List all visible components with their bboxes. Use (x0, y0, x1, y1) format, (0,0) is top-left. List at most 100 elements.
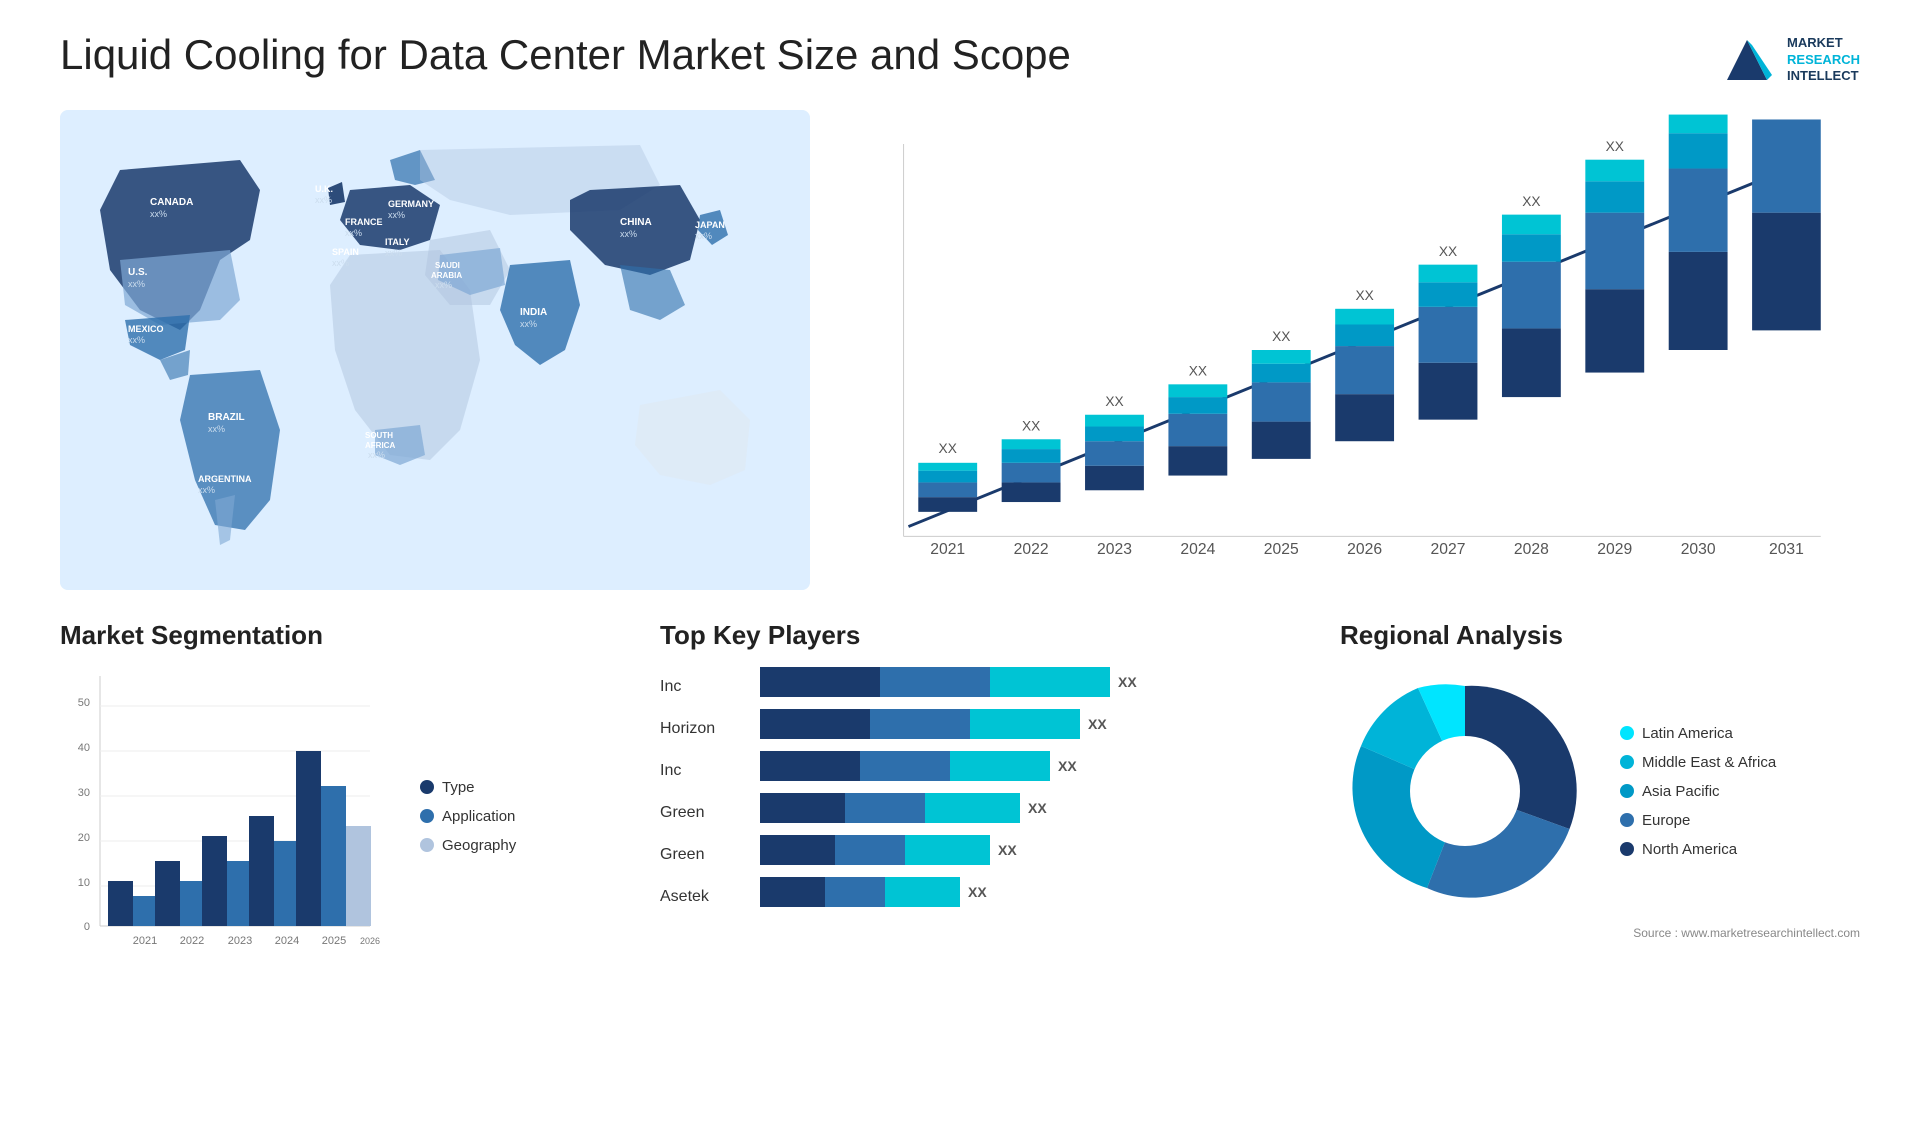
legend-label-type: Type (442, 779, 475, 796)
svg-text:xx%: xx% (128, 335, 145, 345)
legend-label-mea: Middle East & Africa (1642, 754, 1776, 771)
bar-chart-svg: 2021 XX 2022 XX 2023 XX (830, 110, 1860, 590)
svg-text:30: 30 (78, 787, 90, 799)
svg-text:2024: 2024 (1180, 541, 1215, 558)
regional-legend: Latin America Middle East & Africa Asia … (1620, 725, 1776, 858)
regional-section: Regional Analysis (1340, 620, 1860, 1040)
donut-svg (1340, 666, 1590, 916)
regional-title: Regional Analysis (1340, 620, 1860, 651)
svg-text:xx%: xx% (315, 195, 332, 205)
svg-text:SPAIN: SPAIN (332, 247, 359, 257)
svg-text:2022: 2022 (180, 935, 204, 947)
svg-text:50: 50 (78, 697, 90, 709)
market-seg-section: Market Segmentation 0 10 20 30 40 50 (60, 620, 640, 1040)
logo-icon (1717, 30, 1777, 90)
svg-text:XX: XX (1189, 364, 1207, 379)
key-players-title: Top Key Players (660, 620, 1320, 651)
legend-dot-na (1620, 842, 1634, 856)
source-text: Source : www.marketresearchintellect.com (1340, 926, 1860, 940)
svg-text:xx%: xx% (345, 228, 362, 238)
player-bar-5 (760, 877, 960, 907)
legend-dot-geo (420, 838, 434, 852)
players-list: Inc Horizon Inc Green Green Asetek (660, 666, 1320, 913)
svg-text:10: 10 (78, 877, 90, 889)
svg-text:JAPAN: JAPAN (695, 220, 725, 230)
legend-item-latin: Latin America (1620, 725, 1776, 742)
svg-text:xx%: xx% (150, 209, 167, 219)
svg-text:2026: 2026 (1347, 541, 1382, 558)
svg-text:U.S.: U.S. (128, 267, 148, 278)
legend-label-na: North America (1642, 841, 1737, 858)
player-bar-label-4: XX (998, 842, 1017, 858)
svg-text:2026: 2026 (360, 936, 380, 946)
player-bar-label-0: XX (1118, 674, 1137, 690)
svg-text:xx%: xx% (520, 319, 537, 329)
svg-text:CHINA: CHINA (620, 217, 652, 228)
svg-text:xx%: xx% (695, 231, 712, 241)
player-bar-row-5: XX (760, 876, 1320, 908)
legend-dot-latin (1620, 726, 1634, 740)
key-players-section: Top Key Players Inc Horizon Inc Green Gr… (660, 620, 1320, 1040)
player-name-4: Green (660, 839, 740, 871)
regional-content: Latin America Middle East & Africa Asia … (1340, 666, 1860, 916)
svg-text:XX: XX (1439, 244, 1457, 259)
svg-text:xx%: xx% (388, 210, 405, 220)
player-bar-label-1: XX (1088, 716, 1107, 732)
svg-text:MEXICO: MEXICO (128, 324, 164, 334)
seg-chart-svg: 0 10 20 30 40 50 (60, 666, 400, 966)
player-bar-3 (760, 793, 1020, 823)
svg-text:XX: XX (1105, 394, 1123, 409)
world-map-svg: CANADA xx% U.S. xx% MEXICO xx% BRAZIL xx… (60, 110, 810, 590)
svg-text:AFRICA: AFRICA (365, 441, 395, 450)
svg-text:2023: 2023 (228, 935, 252, 947)
svg-text:xx%: xx% (620, 229, 637, 239)
player-bar-row-4: XX (760, 834, 1320, 866)
map-section: CANADA xx% U.S. xx% MEXICO xx% BRAZIL xx… (60, 110, 810, 590)
player-bars-container: XX XX (760, 666, 1320, 913)
svg-text:XX: XX (1606, 139, 1624, 154)
svg-text:GERMANY: GERMANY (388, 199, 434, 209)
player-bar-0 (760, 667, 1110, 697)
svg-text:INDIA: INDIA (520, 307, 547, 318)
legend-dot-mea (1620, 755, 1634, 769)
seg-legend: Type Application Geography (420, 666, 516, 966)
svg-text:2022: 2022 (1014, 541, 1049, 558)
svg-text:40: 40 (78, 742, 90, 754)
svg-text:2031: 2031 (1769, 541, 1804, 558)
player-bar-row-3: XX (760, 792, 1320, 824)
svg-text:2028: 2028 (1514, 541, 1549, 558)
svg-text:xx%: xx% (385, 248, 402, 258)
svg-text:2024: 2024 (275, 935, 299, 947)
legend-item-europe: Europe (1620, 812, 1776, 829)
svg-text:xx%: xx% (208, 424, 225, 434)
svg-text:0: 0 (84, 921, 90, 933)
legend-dot-app (420, 809, 434, 823)
logo-text: MARKETRESEARCHINTELLECT (1787, 35, 1860, 86)
svg-text:xx%: xx% (198, 485, 215, 495)
svg-text:2029: 2029 (1597, 541, 1632, 558)
svg-text:XX: XX (1355, 288, 1373, 303)
player-bar-row-0: XX (760, 666, 1320, 698)
svg-text:XX: XX (939, 441, 957, 456)
player-bar-row-1: XX (760, 708, 1320, 740)
market-seg-title: Market Segmentation (60, 620, 640, 651)
top-section: CANADA xx% U.S. xx% MEXICO xx% BRAZIL xx… (60, 110, 1860, 590)
svg-text:2021: 2021 (133, 935, 157, 947)
player-name-0: Inc (660, 671, 740, 703)
chart-section: 2021 XX 2022 XX 2023 XX (830, 110, 1860, 590)
svg-text:xx%: xx% (435, 280, 452, 290)
legend-item-type: Type (420, 779, 516, 796)
player-bar-label-5: XX (968, 884, 987, 900)
svg-text:SOUTH: SOUTH (365, 431, 393, 440)
player-names: Inc Horizon Inc Green Green Asetek (660, 666, 740, 913)
svg-text:ITALY: ITALY (385, 237, 410, 247)
svg-text:2030: 2030 (1681, 541, 1716, 558)
svg-text:xx%: xx% (332, 258, 349, 268)
player-name-5: Asetek (660, 881, 740, 913)
player-bar-label-3: XX (1028, 800, 1047, 816)
svg-text:FRANCE: FRANCE (345, 217, 383, 227)
player-name-1: Horizon (660, 713, 740, 745)
svg-text:2021: 2021 (930, 541, 965, 558)
header: Liquid Cooling for Data Center Market Si… (60, 30, 1860, 90)
page-container: Liquid Cooling for Data Center Market Si… (0, 0, 1920, 1146)
